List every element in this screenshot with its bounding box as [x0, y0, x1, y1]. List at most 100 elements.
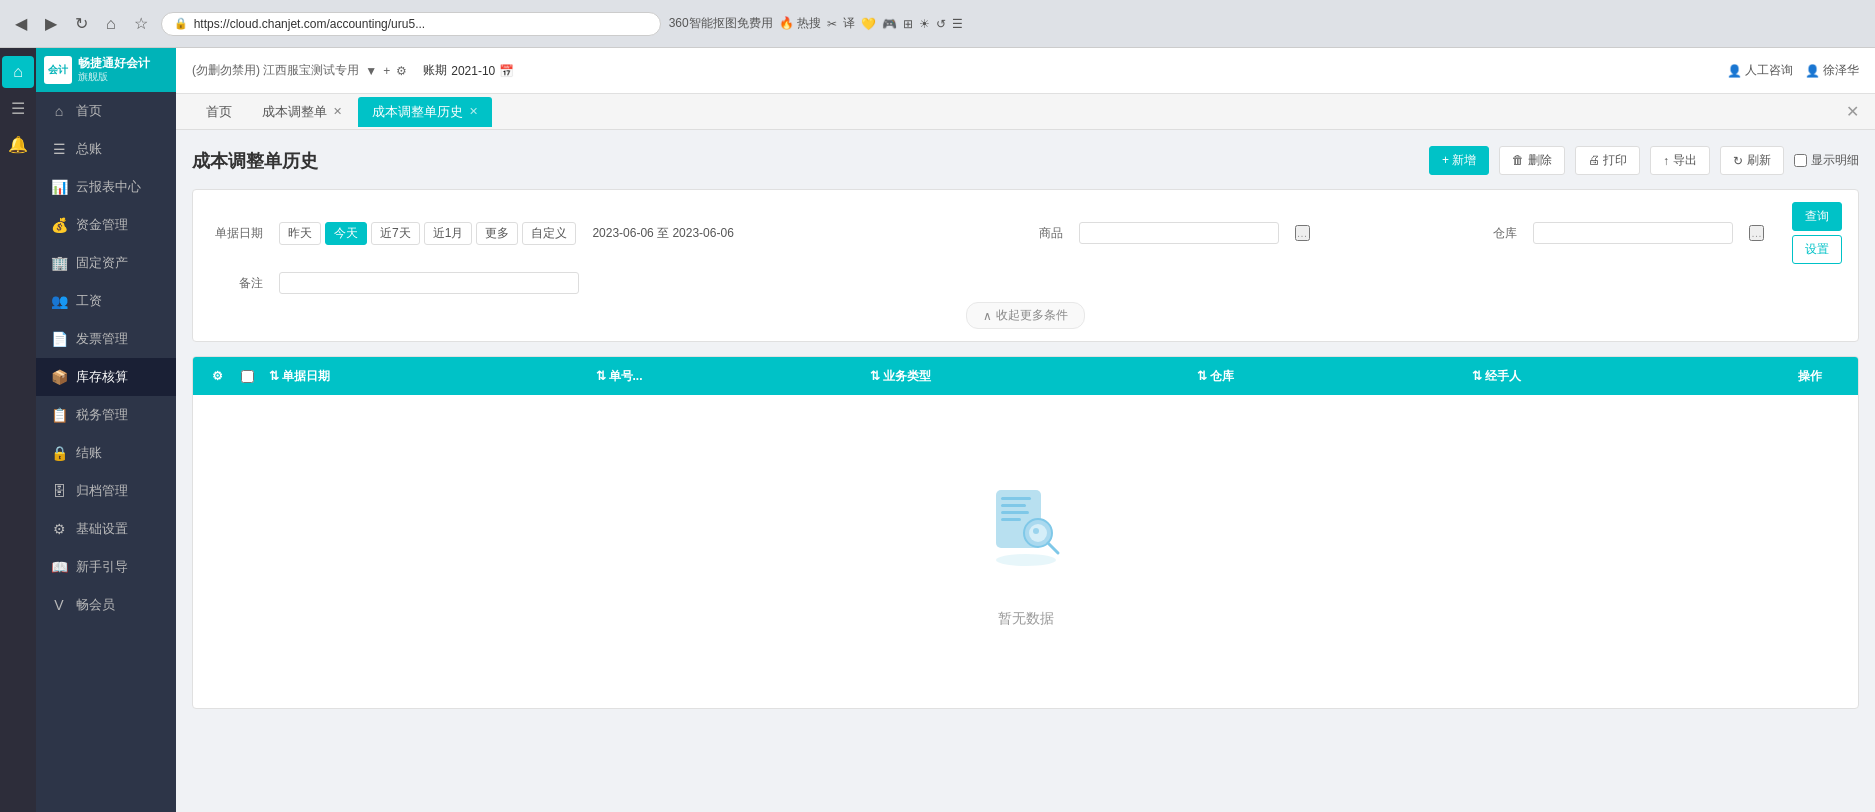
translate-icon[interactable]: 译	[843, 15, 855, 32]
home-icon: ⌂	[50, 103, 68, 119]
guide-icon: 📖	[50, 559, 68, 575]
icon-bar-ledger[interactable]: ☰	[2, 92, 34, 124]
sidebar-item-member[interactable]: V 畅会员	[36, 586, 176, 624]
warehouse-more-btn[interactable]: …	[1749, 225, 1764, 241]
company-settings-icon[interactable]: ⚙	[396, 64, 407, 78]
date-filter-label: 单据日期	[209, 225, 263, 242]
company-name: (勿删勿禁用) 江西服宝测试专用	[192, 62, 359, 79]
wallet-icon[interactable]: 💛	[861, 17, 876, 31]
sidebar-item-finance[interactable]: 💰 资金管理	[36, 206, 176, 244]
export-button[interactable]: ↑ 导出	[1650, 146, 1710, 175]
warehouse-input[interactable]	[1533, 222, 1733, 244]
new-button[interactable]: + 新增	[1429, 146, 1489, 175]
user-info[interactable]: 👤 徐泽华	[1805, 62, 1859, 79]
th-checkbox[interactable]	[233, 370, 261, 383]
tab-cost-adjust-history-close[interactable]: ✕	[469, 105, 478, 118]
star-button[interactable]: ☆	[129, 12, 153, 35]
service-btn[interactable]: 👤 人工咨询	[1727, 62, 1793, 79]
note-input[interactable]	[279, 272, 579, 294]
app-name: 畅捷通好会计	[78, 56, 150, 70]
calendar-icon[interactable]: 📅	[499, 64, 514, 78]
sidebar-item-assets[interactable]: 🏢 固定资产	[36, 244, 176, 282]
forward-button[interactable]: ▶	[40, 12, 62, 35]
refresh-button[interactable]: ↻	[70, 12, 93, 35]
company-selector[interactable]: (勿删勿禁用) 江西服宝测试专用 ▼ + ⚙	[192, 62, 407, 79]
sidebar-logo[interactable]: 会计 畅捷通好会计 旗舰版	[36, 48, 176, 92]
sidebar-item-archive[interactable]: 🗄 归档管理	[36, 472, 176, 510]
display-detail-checkbox[interactable]: 显示明细	[1794, 152, 1859, 169]
sidebar-item-inventory-label: 库存核算	[76, 368, 128, 386]
tab-home[interactable]: 首页	[192, 97, 246, 127]
sidebar-item-settings[interactable]: ⚙ 基础设置	[36, 510, 176, 548]
sidebar-item-ledger[interactable]: ☰ 总账	[36, 130, 176, 168]
th-settings[interactable]: ⚙	[201, 369, 233, 383]
scissors-icon[interactable]: ✂	[827, 17, 837, 31]
th-warehouse[interactable]: ⇅ 仓库	[1189, 368, 1464, 385]
close-all-tabs-button[interactable]: ✕	[1846, 102, 1859, 121]
search-tool[interactable]: 360智能抠图免费用	[669, 15, 773, 32]
brightness-icon[interactable]: ☀	[919, 17, 930, 31]
sidebar-item-ledger-label: 总账	[76, 140, 102, 158]
date-7days[interactable]: 近7天	[371, 222, 420, 245]
date-yesterday[interactable]: 昨天	[279, 222, 321, 245]
refresh-button[interactable]: ↻ 刷新	[1720, 146, 1784, 175]
tax-icon: 📋	[50, 407, 68, 423]
period-selector[interactable]: 账期 2021-10 📅	[423, 62, 514, 79]
sidebar-item-close[interactable]: 🔒 结账	[36, 434, 176, 472]
tab-cost-adjust[interactable]: 成本调整单 ✕	[248, 97, 356, 127]
filter-row-note: 备注	[209, 272, 1842, 294]
th-date[interactable]: ⇅ 单据日期	[261, 368, 588, 385]
tab-cost-adjust-history[interactable]: 成本调整单历史 ✕	[358, 97, 492, 127]
invoice-icon: 📄	[50, 331, 68, 347]
period-value: 2021-10	[451, 64, 495, 78]
sidebar-item-finance-label: 资金管理	[76, 216, 128, 234]
address-bar[interactable]: 🔒 https://cloud.chanjet.com/accounting/u…	[161, 12, 661, 36]
display-detail-input[interactable]	[1794, 154, 1807, 167]
company-dropdown-icon[interactable]: ▼	[365, 64, 377, 78]
tab-cost-adjust-close[interactable]: ✕	[333, 105, 342, 118]
sidebar-item-invoice[interactable]: 📄 发票管理	[36, 320, 176, 358]
hot-search[interactable]: 🔥 热搜	[779, 15, 821, 32]
display-detail-label: 显示明细	[1811, 152, 1859, 169]
th-type[interactable]: ⇅ 业务类型	[862, 368, 1189, 385]
date-today[interactable]: 今天	[325, 222, 367, 245]
sort-icon-type: ⇅	[870, 369, 880, 383]
icon-bar-notification[interactable]: 🔔	[2, 128, 34, 160]
grid-icon[interactable]: ⊞	[903, 17, 913, 31]
assets-icon: 🏢	[50, 255, 68, 271]
query-button[interactable]: 查询	[1792, 202, 1842, 231]
goods-input[interactable]	[1079, 222, 1279, 244]
sidebar-item-member-label: 畅会员	[76, 596, 115, 614]
back-button[interactable]: ◀	[10, 12, 32, 35]
collapse-button[interactable]: ∧ 收起更多条件	[966, 302, 1085, 329]
sidebar-item-home[interactable]: ⌂ 首页	[36, 92, 176, 130]
undo-icon[interactable]: ↺	[936, 17, 946, 31]
sidebar-item-guide[interactable]: 📖 新手引导	[36, 548, 176, 586]
date-1month[interactable]: 近1月	[424, 222, 473, 245]
add-company-icon[interactable]: +	[383, 64, 390, 78]
sidebar-item-salary[interactable]: 👥 工资	[36, 282, 176, 320]
sort-icon-warehouse: ⇅	[1197, 369, 1207, 383]
goods-filter-label: 商品	[1009, 225, 1063, 242]
menu-icon[interactable]: ☰	[952, 17, 963, 31]
date-more[interactable]: 更多	[476, 222, 518, 245]
sidebar-item-inventory[interactable]: 📦 库存核算	[36, 358, 176, 396]
browser-chrome: ◀ ▶ ↻ ⌂ ☆ 🔒 https://cloud.chanjet.com/ac…	[0, 0, 1875, 48]
delete-button[interactable]: 🗑 删除	[1499, 146, 1564, 175]
tab-cost-adjust-history-label: 成本调整单历史	[372, 103, 463, 121]
settings-filter-button[interactable]: 设置	[1792, 235, 1842, 264]
sort-icon-num: ⇅	[596, 369, 606, 383]
th-person[interactable]: ⇅ 经手人	[1464, 368, 1791, 385]
sidebar-item-tax[interactable]: 📋 税务管理	[36, 396, 176, 434]
goods-more-btn[interactable]: …	[1295, 225, 1310, 241]
icon-bar-home[interactable]: ⌂	[2, 56, 34, 88]
th-number[interactable]: ⇅ 单号...	[588, 368, 863, 385]
date-custom[interactable]: 自定义	[522, 222, 576, 245]
select-all-checkbox[interactable]	[241, 370, 254, 383]
page-content: 成本调整单历史 + 新增 🗑 删除 🖨 打印 ↑ 导出 ↻ 刷新	[176, 130, 1875, 812]
print-button[interactable]: 🖨 打印	[1575, 146, 1640, 175]
game-icon[interactable]: 🎮	[882, 17, 897, 31]
home-button[interactable]: ⌂	[101, 13, 121, 35]
ssl-lock-icon: 🔒	[174, 17, 188, 30]
sidebar-item-reports[interactable]: 📊 云报表中心	[36, 168, 176, 206]
